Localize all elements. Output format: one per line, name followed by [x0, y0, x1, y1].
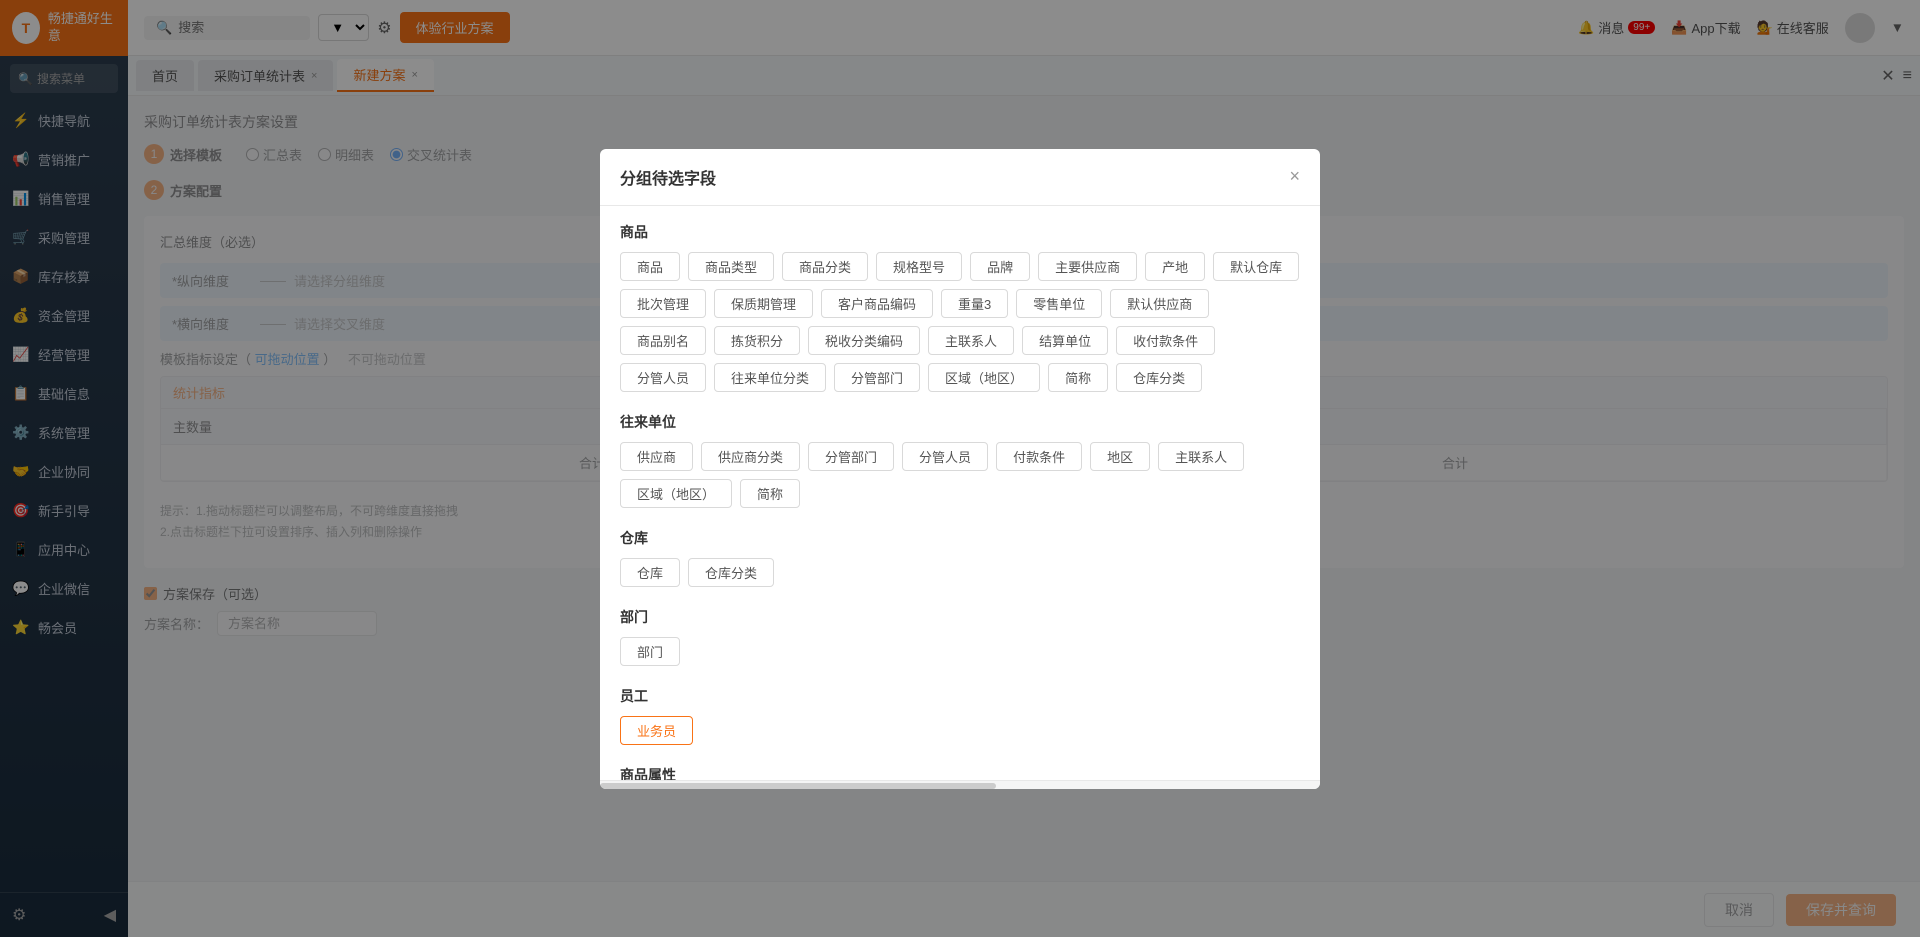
field-region2[interactable]: 地区: [1090, 442, 1150, 471]
field-wh[interactable]: 仓库: [620, 558, 680, 587]
field-abbr2[interactable]: 简称: [740, 479, 800, 508]
section-dept: 部门 部门: [620, 607, 1300, 666]
field-wh-cat[interactable]: 仓库分类: [688, 558, 774, 587]
field-goods-category[interactable]: 商品分类: [782, 252, 868, 281]
field-goods-spec[interactable]: 规格型号: [876, 252, 962, 281]
field-warehouse-cat[interactable]: 仓库分类: [1116, 363, 1202, 392]
modal-close-button[interactable]: ×: [1289, 166, 1300, 187]
field-region[interactable]: 区域（地区）: [928, 363, 1040, 392]
field-pick-score[interactable]: 拣货积分: [714, 326, 800, 355]
field-default-warehouse[interactable]: 默认仓库: [1213, 252, 1299, 281]
field-default-supplier[interactable]: 默认供应商: [1110, 289, 1209, 318]
section-warehouse-fields: 仓库 仓库分类: [620, 558, 1300, 587]
section-employee-fields: 业务员: [620, 716, 1300, 745]
field-payment-terms[interactable]: 收付款条件: [1116, 326, 1215, 355]
field-supplier-cat[interactable]: 供应商分类: [701, 442, 800, 471]
field-origin[interactable]: 产地: [1145, 252, 1205, 281]
field-alias[interactable]: 商品别名: [620, 326, 706, 355]
modal-title: 分组待选字段: [620, 165, 716, 189]
section-goods-attr: 商品属性 属性 颜色 多规格 尺码 鞋码 1: [620, 765, 1300, 780]
field-select-modal: 分组待选字段 × 商品 商品 商品类型 商品分类 规格型号 品牌 主要供应商 产…: [600, 149, 1320, 789]
section-warehouse: 仓库 仓库 仓库分类: [620, 528, 1300, 587]
field-batch[interactable]: 批次管理: [620, 289, 706, 318]
field-supplier[interactable]: 供应商: [620, 442, 693, 471]
field-weight3[interactable]: 重量3: [941, 289, 1008, 318]
section-dept-title: 部门: [620, 607, 1300, 627]
field-payment[interactable]: 付款条件: [996, 442, 1082, 471]
field-abbr[interactable]: 简称: [1048, 363, 1108, 392]
field-manager2[interactable]: 分管人员: [902, 442, 988, 471]
field-goods-type[interactable]: 商品类型: [688, 252, 774, 281]
field-from-unit-cat[interactable]: 往来单位分类: [714, 363, 826, 392]
field-dept[interactable]: 分管部门: [834, 363, 920, 392]
modal-h-scrollbar[interactable]: [600, 780, 1320, 789]
field-tax-code[interactable]: 税收分类编码: [808, 326, 920, 355]
field-brand[interactable]: 品牌: [970, 252, 1030, 281]
section-goods-attr-title: 商品属性: [620, 765, 1300, 780]
section-employee: 员工 业务员: [620, 686, 1300, 745]
section-goods-fields: 商品 商品类型 商品分类 规格型号 品牌 主要供应商 产地 默认仓库 批次管理 …: [620, 252, 1300, 392]
modal-overlay[interactable]: 分组待选字段 × 商品 商品 商品类型 商品分类 规格型号 品牌 主要供应商 产…: [0, 0, 1920, 937]
section-counterpart-fields: 供应商 供应商分类 分管部门 分管人员 付款条件 地区 主联系人 区域（地区） …: [620, 442, 1300, 508]
section-warehouse-title: 仓库: [620, 528, 1300, 548]
section-employee-title: 员工: [620, 686, 1300, 706]
field-retail-unit[interactable]: 零售单位: [1016, 289, 1102, 318]
section-counterpart-title: 往来单位: [620, 412, 1300, 432]
section-goods: 商品 商品 商品类型 商品分类 规格型号 品牌 主要供应商 产地 默认仓库 批次…: [620, 222, 1300, 392]
field-main-contact[interactable]: 主联系人: [928, 326, 1014, 355]
field-quality[interactable]: 保质期管理: [714, 289, 813, 318]
field-settlement[interactable]: 结算单位: [1022, 326, 1108, 355]
field-region3[interactable]: 区域（地区）: [620, 479, 732, 508]
field-dept3[interactable]: 部门: [620, 637, 680, 666]
field-dept2[interactable]: 分管部门: [808, 442, 894, 471]
field-main-contact2[interactable]: 主联系人: [1158, 442, 1244, 471]
section-dept-fields: 部门: [620, 637, 1300, 666]
field-goods-name[interactable]: 商品: [620, 252, 680, 281]
modal-header: 分组待选字段 ×: [600, 149, 1320, 206]
field-customer-code[interactable]: 客户商品编码: [821, 289, 933, 318]
field-sales-rep[interactable]: 业务员: [620, 716, 693, 745]
modal-body: 商品 商品 商品类型 商品分类 规格型号 品牌 主要供应商 产地 默认仓库 批次…: [600, 206, 1320, 780]
modal-h-scrollbar-thumb: [600, 783, 996, 789]
section-goods-title: 商品: [620, 222, 1300, 242]
field-main-supplier[interactable]: 主要供应商: [1038, 252, 1137, 281]
field-manager[interactable]: 分管人员: [620, 363, 706, 392]
section-counterpart: 往来单位 供应商 供应商分类 分管部门 分管人员 付款条件 地区 主联系人 区域…: [620, 412, 1300, 508]
